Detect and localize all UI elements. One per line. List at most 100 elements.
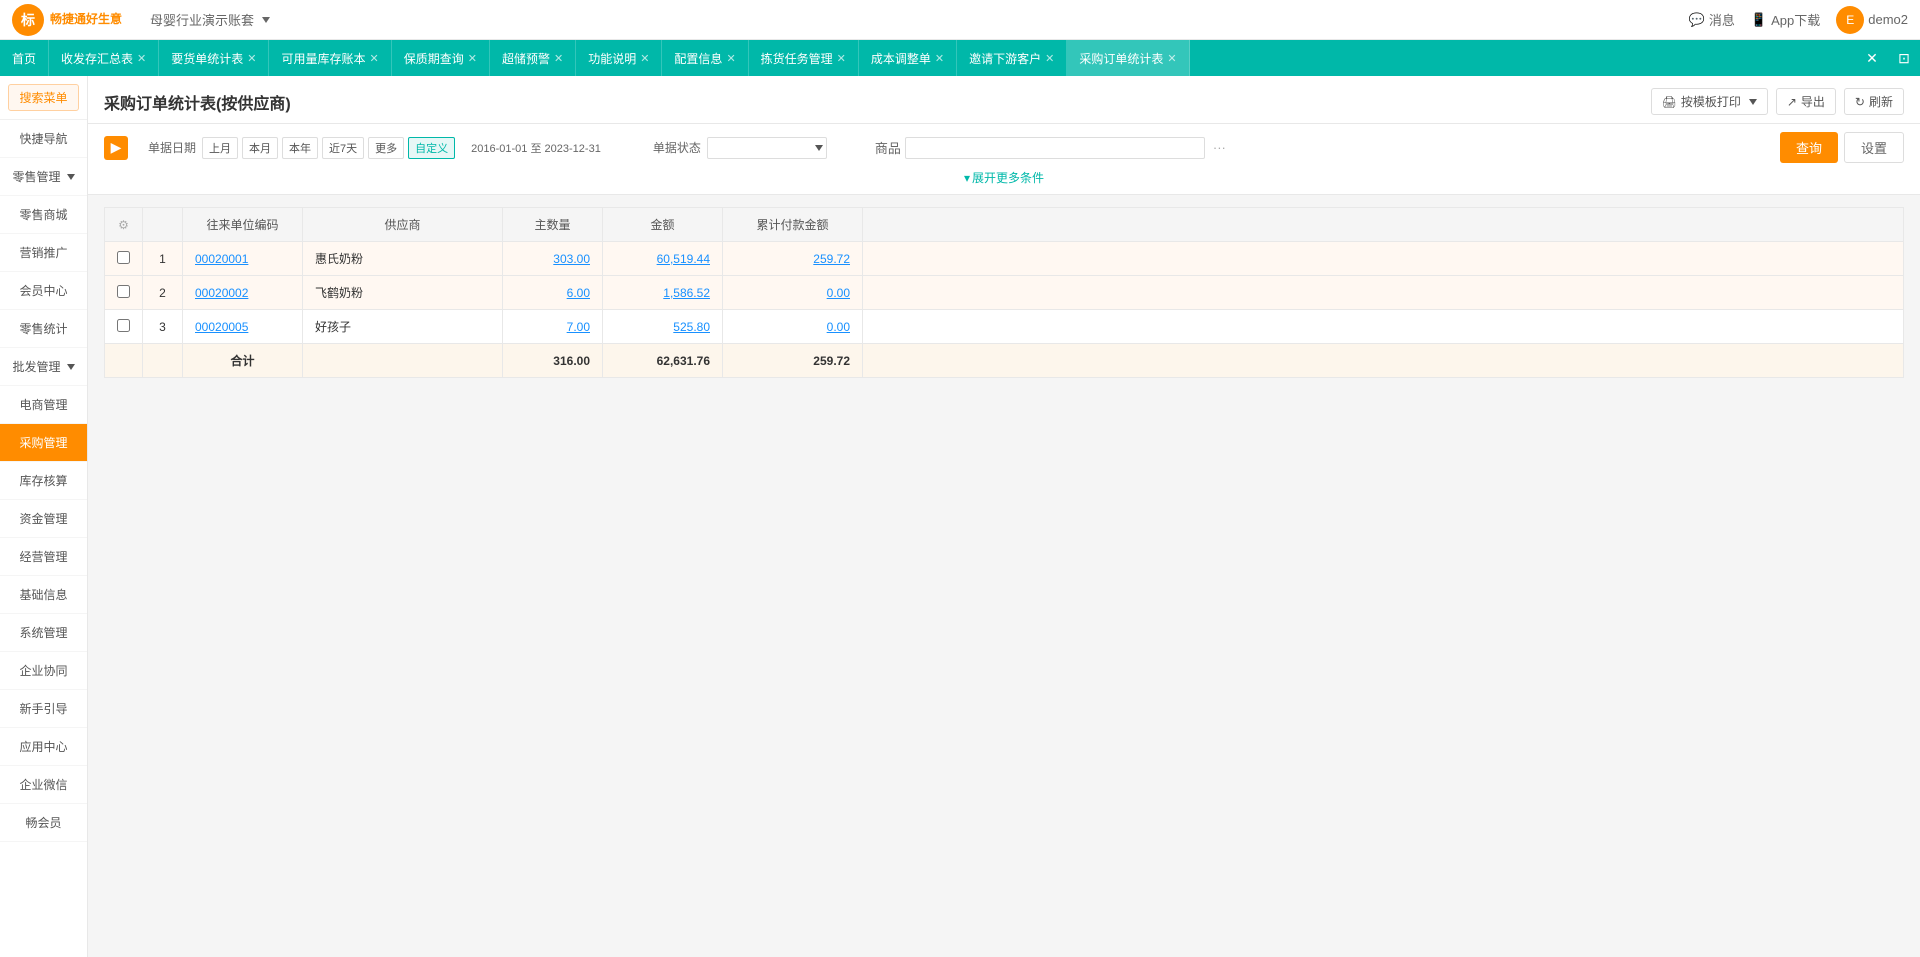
- row-code[interactable]: 00020005: [183, 310, 303, 344]
- row-qty[interactable]: 7.00: [503, 310, 603, 344]
- table-body: 1 00020001 惠氏奶粉 303.00 60,519.44 259.72 …: [105, 242, 1904, 344]
- close-icon[interactable]: ✕: [1045, 52, 1054, 65]
- tab-config-label: 配置信息: [674, 50, 722, 67]
- row-select[interactable]: [105, 276, 143, 310]
- sidebar-item-retail-mall[interactable]: 零售商城: [0, 196, 87, 234]
- goods-search-input[interactable]: [905, 137, 1205, 159]
- refresh-label: 刷新: [1869, 93, 1893, 110]
- row-amount[interactable]: 525.80: [603, 310, 723, 344]
- tab-inventory-book[interactable]: 可用量库存账本 ✕: [269, 40, 391, 76]
- row-paid[interactable]: 0.00: [723, 310, 863, 344]
- expand-more-btn[interactable]: ▾ 展开更多条件: [104, 169, 1904, 186]
- last7-btn[interactable]: 近7天: [322, 137, 364, 159]
- this-year-btn[interactable]: 本年: [282, 137, 318, 159]
- row-qty[interactable]: 303.00: [503, 242, 603, 276]
- tab-receive-send[interactable]: 收发存汇总表 ✕: [49, 40, 159, 76]
- sidebar-item-ecommerce[interactable]: 电商管理: [0, 386, 87, 424]
- row-paid[interactable]: 259.72: [723, 242, 863, 276]
- row-supplier: 惠氏奶粉: [303, 242, 503, 276]
- row-extra: [863, 276, 1904, 310]
- last-month-btn[interactable]: 上月: [202, 137, 238, 159]
- search-menu-button[interactable]: 搜索菜单: [8, 84, 79, 111]
- close-icon[interactable]: ✕: [370, 52, 379, 65]
- refresh-button[interactable]: ↻ 刷新: [1844, 88, 1904, 115]
- tab-overstock[interactable]: 超储预警 ✕: [490, 40, 576, 76]
- tab-cost-adjust[interactable]: 成本调整单 ✕: [859, 40, 957, 76]
- message-label: 消息: [1709, 10, 1735, 29]
- close-icon[interactable]: ✕: [837, 52, 846, 65]
- close-icon[interactable]: ✕: [1167, 52, 1176, 65]
- message-action[interactable]: 💬 消息: [1689, 10, 1735, 29]
- tab-config[interactable]: 配置信息 ✕: [662, 40, 748, 76]
- tab-home[interactable]: 首页: [0, 40, 49, 76]
- export-icon: ↗: [1787, 95, 1797, 109]
- close-icon[interactable]: ✕: [726, 52, 735, 65]
- th-amount: 金额: [603, 208, 723, 242]
- sidebar-item-app-center[interactable]: 应用中心: [0, 728, 87, 766]
- sidebar-item-inventory[interactable]: 库存核算: [0, 462, 87, 500]
- close-icon[interactable]: ✕: [468, 52, 477, 65]
- row-amount[interactable]: 60,519.44: [603, 242, 723, 276]
- date-filter-label: 单据日期: [148, 139, 196, 156]
- custom-date-btn[interactable]: 自定义: [408, 137, 455, 159]
- query-button[interactable]: 查询: [1780, 132, 1838, 163]
- close-icon[interactable]: ✕: [247, 52, 256, 65]
- print-label: 按模板打印: [1681, 93, 1741, 110]
- more-date-btn[interactable]: 更多: [368, 137, 404, 159]
- sidebar: 搜索菜单 快捷导航 零售管理 零售商城 营销推广 会员中心 零售统计 批发管理 …: [0, 76, 88, 957]
- sidebar-item-purchase[interactable]: 采购管理: [0, 424, 87, 462]
- sidebar-item-wechat[interactable]: 企业微信: [0, 766, 87, 804]
- row-checkbox[interactable]: [117, 319, 130, 332]
- print-button[interactable]: 🖨 按模板打印: [1651, 88, 1768, 115]
- row-checkbox[interactable]: [117, 285, 130, 298]
- sidebar-item-wholesale[interactable]: 批发管理: [0, 348, 87, 386]
- sidebar-item-newbie[interactable]: 新手引导: [0, 690, 87, 728]
- tab-expiry[interactable]: 保质期查询 ✕: [392, 40, 490, 76]
- close-icon[interactable]: ✕: [640, 52, 649, 65]
- row-code[interactable]: 00020002: [183, 276, 303, 310]
- close-tab-btn[interactable]: ✕: [1856, 40, 1888, 76]
- row-checkbox[interactable]: [117, 251, 130, 264]
- row-select[interactable]: [105, 242, 143, 276]
- tab-purchase-stats[interactable]: 采购订单统计表 ✕: [1067, 40, 1189, 76]
- tab-func-desc[interactable]: 功能说明 ✕: [576, 40, 662, 76]
- tab-order-stats[interactable]: 要货单统计表 ✕: [159, 40, 269, 76]
- settings-icon[interactable]: ⚙: [118, 218, 129, 232]
- row-select[interactable]: [105, 310, 143, 344]
- close-icon[interactable]: ✕: [554, 52, 563, 65]
- row-code[interactable]: 00020001: [183, 242, 303, 276]
- page-actions: 🖨 按模板打印 ↗ 导出 ↻ 刷新: [1651, 88, 1904, 115]
- expand-label: 展开更多条件: [972, 169, 1044, 186]
- tab-invite-downstream[interactable]: 邀请下游客户 ✕: [957, 40, 1067, 76]
- sidebar-item-member[interactable]: 会员中心: [0, 272, 87, 310]
- row-paid[interactable]: 0.00: [723, 276, 863, 310]
- goods-more-icon[interactable]: ···: [1213, 140, 1226, 155]
- user-area[interactable]: E demo2: [1836, 6, 1908, 34]
- close-icon[interactable]: ✕: [137, 52, 146, 65]
- row-qty[interactable]: 6.00: [503, 276, 603, 310]
- sidebar-item-finance[interactable]: 资金管理: [0, 500, 87, 538]
- printer-icon: 🖨: [1662, 95, 1677, 109]
- row-amount[interactable]: 1,586.52: [603, 276, 723, 310]
- this-month-btn[interactable]: 本月: [242, 137, 278, 159]
- sidebar-item-retail-stats[interactable]: 零售统计: [0, 310, 87, 348]
- company-selector[interactable]: 母婴行业演示账套: [150, 10, 270, 29]
- sidebar-item-member2[interactable]: 畅会员: [0, 804, 87, 842]
- footer-label: 合计: [183, 344, 303, 378]
- status-select[interactable]: [707, 137, 827, 159]
- sidebar-item-system[interactable]: 系统管理: [0, 614, 87, 652]
- tab-pick-task[interactable]: 拣货任务管理 ✕: [749, 40, 859, 76]
- tab-invite-downstream-label: 邀请下游客户: [969, 50, 1041, 67]
- sidebar-item-operation[interactable]: 经营管理: [0, 538, 87, 576]
- sidebar-item-shortcut[interactable]: 快捷导航: [0, 120, 87, 158]
- export-button[interactable]: ↗ 导出: [1776, 88, 1836, 115]
- sidebar-item-basic-info[interactable]: 基础信息: [0, 576, 87, 614]
- sidebar-item-retail-mgmt[interactable]: 零售管理: [0, 158, 87, 196]
- close-icon[interactable]: ✕: [935, 52, 944, 65]
- sidebar-item-enterprise-collab[interactable]: 企业协同: [0, 652, 87, 690]
- settings-button[interactable]: 设置: [1844, 132, 1904, 163]
- maximize-tab-btn[interactable]: ⊡: [1888, 40, 1920, 76]
- app-download-action[interactable]: 📱 App下载: [1751, 10, 1820, 29]
- sidebar-item-marketing[interactable]: 营销推广: [0, 234, 87, 272]
- filter-toggle-btn[interactable]: ▶: [104, 136, 128, 160]
